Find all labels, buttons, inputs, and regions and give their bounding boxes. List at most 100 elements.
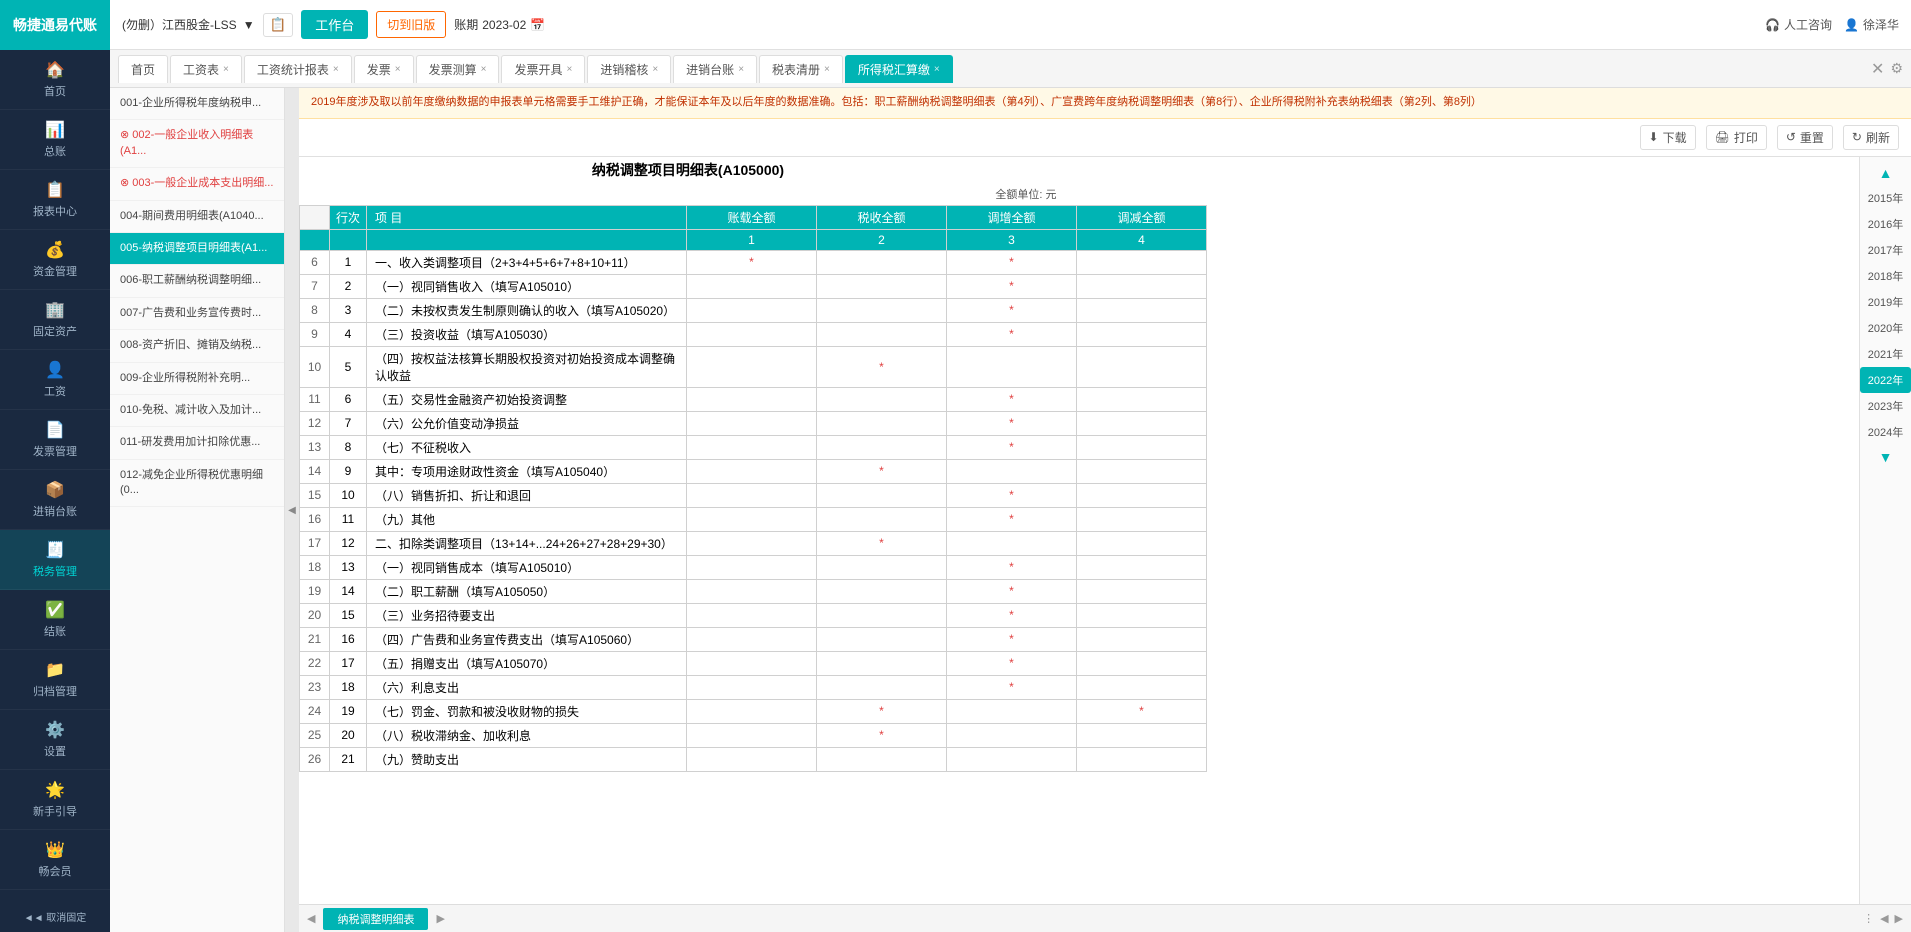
sidebar-item-7[interactable]: 📦进销台账 <box>0 470 110 530</box>
tab-0[interactable]: 首页 <box>118 55 168 83</box>
left-panel-item-11[interactable]: 012-减免企业所得税优惠明细(0... <box>110 460 284 508</box>
year-item-0[interactable]: 2015年 <box>1860 185 1911 211</box>
tab-close-9[interactable]: × <box>934 64 940 75</box>
row-c1[interactable] <box>687 747 817 771</box>
scroll-right-icon[interactable]: ▶ <box>1895 912 1903 925</box>
refresh-button[interactable]: ↻ 刷新 <box>1843 125 1899 150</box>
row-c1[interactable] <box>687 675 817 699</box>
row-c1[interactable]: * <box>687 250 817 274</box>
user-menu[interactable]: 👤 徐泽华 <box>1844 16 1899 33</box>
row-xiangmu[interactable]: （三）投资收益（填写A105030） <box>367 322 687 346</box>
year-item-2[interactable]: 2017年 <box>1860 237 1911 263</box>
row-xiangmu[interactable]: （九）其他 <box>367 507 687 531</box>
row-xiangmu[interactable]: （四）广告费和业务宣传费支出（填写A105060） <box>367 627 687 651</box>
row-c3[interactable]: * <box>947 483 1077 507</box>
row-c4[interactable] <box>1077 555 1207 579</box>
row-c2[interactable]: * <box>817 723 947 747</box>
row-c1[interactable] <box>687 435 817 459</box>
row-xiangmu[interactable]: 二、扣除类调整项目（13+14+...24+26+27+28+29+30） <box>367 531 687 555</box>
row-xiangmu[interactable]: （四）按权益法核算长期股权投资对初始投资成本调整确认收益 <box>367 346 687 387</box>
row-c3[interactable]: * <box>947 507 1077 531</box>
row-xiangmu[interactable]: （六）利息支出 <box>367 675 687 699</box>
row-c3[interactable]: * <box>947 274 1077 298</box>
row-c2[interactable] <box>817 603 947 627</box>
workbench-button[interactable]: 工作台 <box>301 10 368 39</box>
left-panel-item-7[interactable]: 008-资产折旧、摊销及纳税... <box>110 330 284 362</box>
row-c3[interactable] <box>947 699 1077 723</box>
row-c1[interactable] <box>687 507 817 531</box>
year-item-8[interactable]: 2023年 <box>1860 393 1911 419</box>
settings-icon[interactable]: ⚙ <box>1890 60 1903 77</box>
row-c3[interactable]: * <box>947 322 1077 346</box>
row-c2[interactable] <box>817 483 947 507</box>
row-c4[interactable] <box>1077 627 1207 651</box>
row-c4[interactable] <box>1077 298 1207 322</box>
tab-close-3[interactable]: × <box>395 64 401 75</box>
sidebar-item-5[interactable]: 👤工资 <box>0 350 110 410</box>
row-c4[interactable] <box>1077 747 1207 771</box>
year-nav-down[interactable]: ▼ <box>1875 445 1897 469</box>
row-xiangmu[interactable]: （六）公允价值变动净损益 <box>367 411 687 435</box>
row-c2[interactable]: * <box>817 699 947 723</box>
scroll-left-icon[interactable]: ◀ <box>1880 912 1888 925</box>
tab-4[interactable]: 发票测算× <box>416 55 500 83</box>
tab-close-7[interactable]: × <box>738 64 744 75</box>
row-xiangmu[interactable]: （二）职工薪酬（填写A105050） <box>367 579 687 603</box>
row-c2[interactable]: * <box>817 459 947 483</box>
sidebar-item-4[interactable]: 🏢固定资产 <box>0 290 110 350</box>
left-panel-item-3[interactable]: 004-期间费用明细表(A1040... <box>110 201 284 233</box>
row-c3[interactable]: * <box>947 435 1077 459</box>
year-item-9[interactable]: 2024年 <box>1860 419 1911 445</box>
reset-button[interactable]: ↺ 重置 <box>1777 125 1833 150</box>
row-c2[interactable] <box>817 298 947 322</box>
row-c3[interactable]: * <box>947 411 1077 435</box>
left-panel-item-6[interactable]: 007-广告费和业务宣传费时... <box>110 298 284 330</box>
row-c4[interactable] <box>1077 507 1207 531</box>
tab-close-4[interactable]: × <box>481 64 487 75</box>
row-c1[interactable] <box>687 411 817 435</box>
left-panel-item-10[interactable]: 011-研发费用加计扣除优惠... <box>110 427 284 459</box>
tab-2[interactable]: 工资统计报表× <box>244 55 352 83</box>
sidebar-item-9[interactable]: ✅结账 <box>0 590 110 650</box>
tab-3[interactable]: 发票× <box>354 55 414 83</box>
tab-5[interactable]: 发票开具× <box>501 55 585 83</box>
tab-1[interactable]: 工资表× <box>170 55 242 83</box>
row-c4[interactable] <box>1077 723 1207 747</box>
row-c4[interactable] <box>1077 346 1207 387</box>
row-c2[interactable]: * <box>817 346 947 387</box>
row-c3[interactable]: * <box>947 579 1077 603</box>
row-c1[interactable] <box>687 483 817 507</box>
row-c2[interactable] <box>817 651 947 675</box>
row-c1[interactable] <box>687 555 817 579</box>
row-c2[interactable] <box>817 747 947 771</box>
row-xiangmu[interactable]: （五）交易性金融资产初始投资调整 <box>367 387 687 411</box>
row-c2[interactable] <box>817 274 947 298</box>
row-c2[interactable]: * <box>817 531 947 555</box>
row-c3[interactable]: * <box>947 603 1077 627</box>
sidebar-item-1[interactable]: 📊总账 <box>0 110 110 170</box>
row-c4[interactable] <box>1077 675 1207 699</box>
row-xiangmu[interactable]: 一、收入类调整项目（2+3+4+5+6+7+8+10+11） <box>367 250 687 274</box>
period-selector[interactable]: 账期 2023-02 📅 <box>454 16 545 33</box>
sheet-nav-prev[interactable]: ◀ <box>307 912 315 925</box>
left-panel-item-4[interactable]: 005-纳税调整项目明细表(A1... <box>110 233 284 265</box>
year-item-7[interactable]: 2022年 <box>1860 367 1911 393</box>
row-c2[interactable] <box>817 507 947 531</box>
sidebar-item-0[interactable]: 🏠首页 <box>0 50 110 110</box>
row-c2[interactable] <box>817 627 947 651</box>
row-c2[interactable] <box>817 322 947 346</box>
row-c3[interactable] <box>947 459 1077 483</box>
left-panel-item-9[interactable]: 010-免税、减计收入及加计... <box>110 395 284 427</box>
tab-close-1[interactable]: × <box>223 64 229 75</box>
sidebar-item-13[interactable]: 👑畅会员 <box>0 830 110 890</box>
row-c4[interactable] <box>1077 322 1207 346</box>
year-item-6[interactable]: 2021年 <box>1860 341 1911 367</box>
company-selector[interactable]: (勿删）江西股金-LSS ▼ <box>122 16 255 33</box>
row-c2[interactable] <box>817 675 947 699</box>
row-c2[interactable] <box>817 387 947 411</box>
year-item-1[interactable]: 2016年 <box>1860 211 1911 237</box>
tab-7[interactable]: 进销台账× <box>673 55 757 83</box>
print-button[interactable]: 🖨 打印 <box>1706 125 1767 150</box>
row-c3[interactable] <box>947 346 1077 387</box>
row-c4[interactable] <box>1077 483 1207 507</box>
